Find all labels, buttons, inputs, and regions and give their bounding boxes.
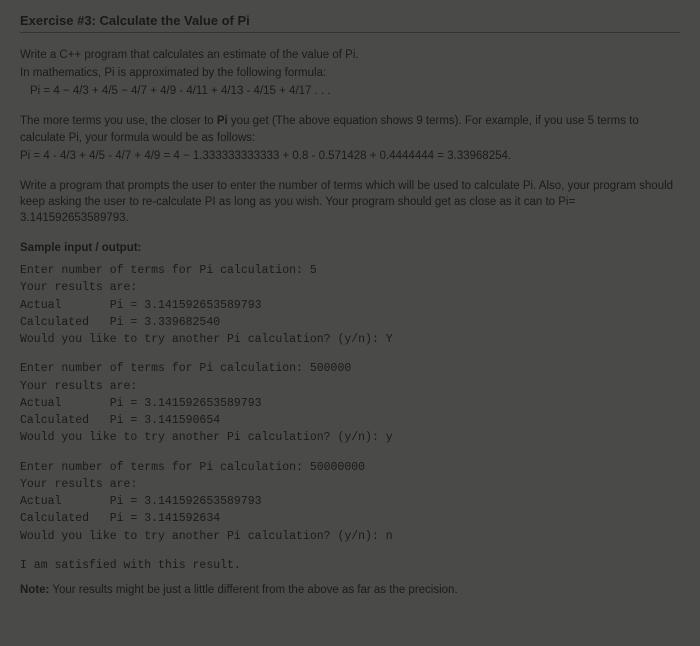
formula-main: Pi = 4 − 4/3 + 4/5 − 4/7 + 4/9 - 4/11 + … [30, 83, 680, 99]
explanation-para: The more terms you use, the closer to Pi… [20, 113, 680, 145]
note-line: Note: Your results might be just a littl… [20, 582, 680, 598]
explain-pi-bold: Pi [217, 115, 228, 127]
sample-run-1: Enter number of terms for Pi calculation… [20, 262, 680, 348]
formula-example: Pi = 4 - 4/3 + 4/5 - 4/7 + 4/9 = 4 − 1.3… [20, 148, 680, 164]
explain-text-a: The more terms you use, the closer to [20, 115, 217, 127]
note-text: Your results might be just a little diff… [49, 584, 457, 596]
satisfied-line: I am satisfied with this result. [20, 557, 680, 574]
sample-run-2: Enter number of terms for Pi calculation… [20, 360, 680, 446]
exercise-title: Exercise #3: Calculate the Value of Pi [20, 12, 680, 33]
intro-line-1: Write a C++ program that calculates an e… [20, 47, 680, 63]
intro-line-2: In mathematics, Pi is approximated by th… [20, 65, 680, 81]
instructions-para: Write a program that prompts the user to… [20, 178, 680, 226]
sample-run-3: Enter number of terms for Pi calculation… [20, 459, 680, 545]
sample-io-header: Sample input / output: [20, 240, 680, 256]
note-label: Note: [20, 584, 49, 596]
